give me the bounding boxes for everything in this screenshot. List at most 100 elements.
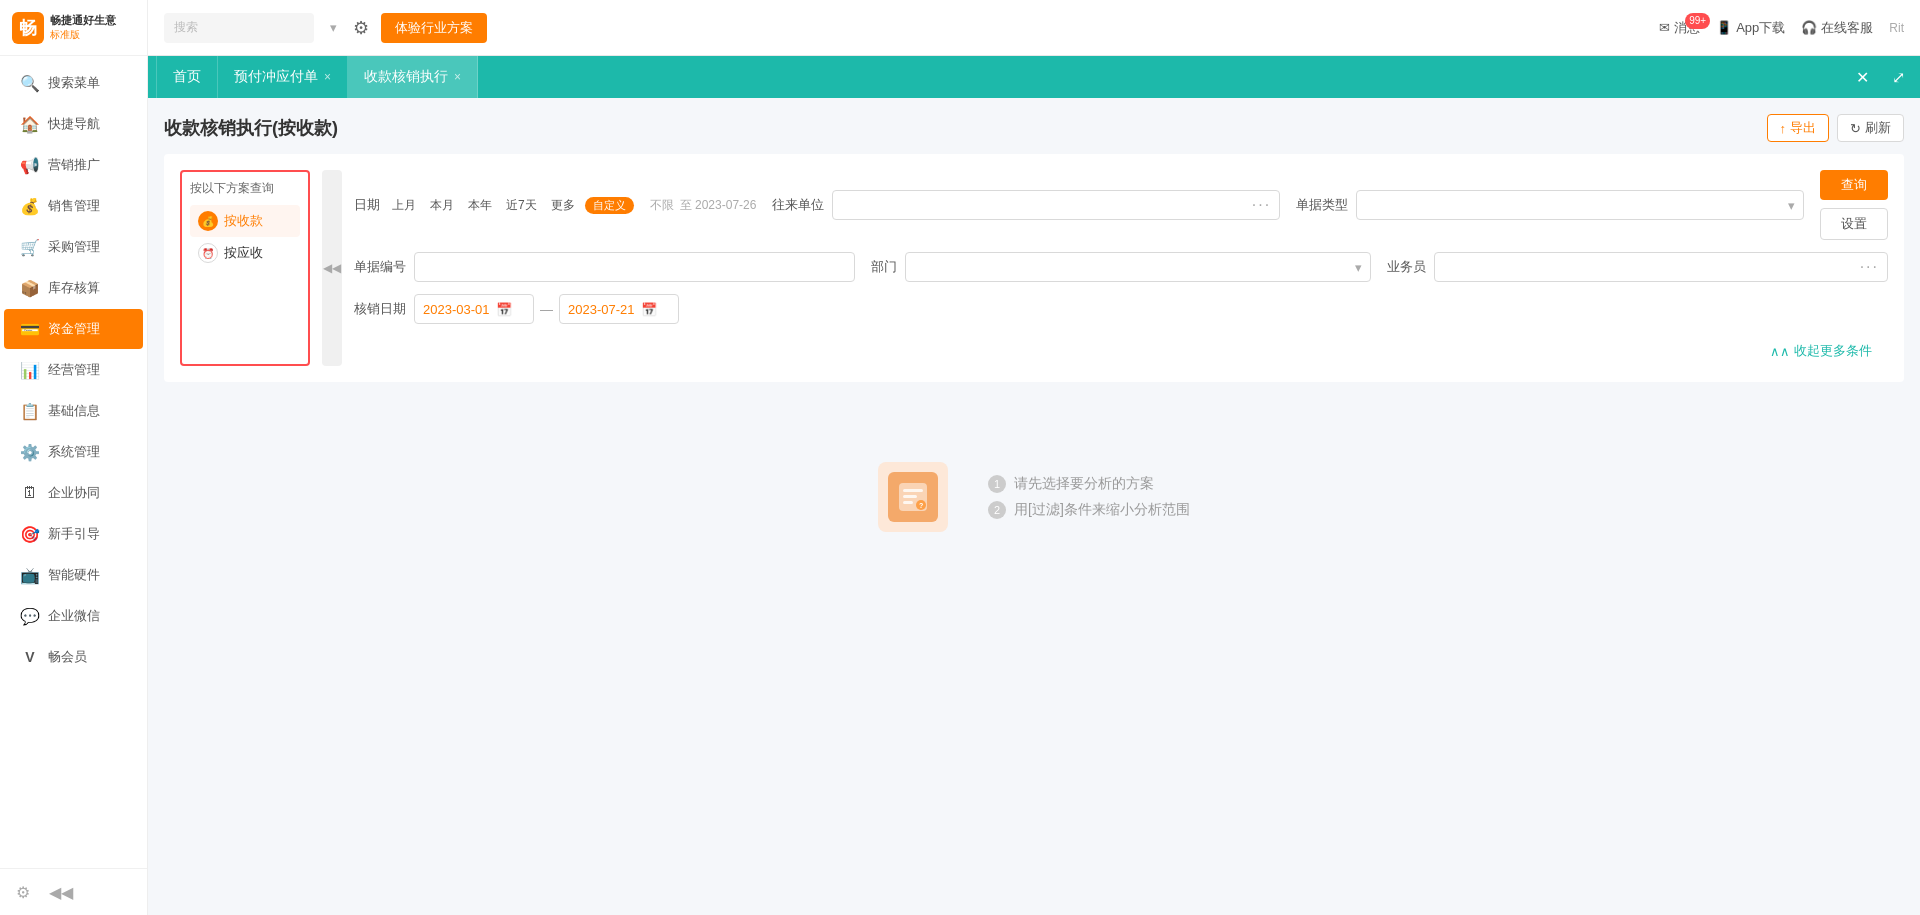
docnumber-input[interactable]	[414, 252, 855, 282]
page-content: 收款核销执行(按收款) ↑ 导出 ↻ 刷新 按以下方案查询 💰 按收款	[148, 98, 1920, 915]
app-download-button[interactable]: 📱 App下载	[1716, 19, 1785, 37]
collapse-icon: ◀◀	[323, 261, 341, 275]
query-button[interactable]: 查询	[1820, 170, 1888, 200]
sidebar-item-label: 快捷导航	[48, 115, 100, 133]
date-option-thismonth[interactable]: 本月	[426, 195, 458, 216]
counterparty-select[interactable]: ···	[832, 190, 1280, 220]
topbar-settings-icon[interactable]: ⚙	[353, 17, 369, 39]
sidebar-item-basic[interactable]: 📋 基础信息	[4, 391, 143, 431]
date-to: 至 2023-07-26	[680, 197, 757, 214]
dept-select[interactable]: ▾	[905, 252, 1372, 282]
message-badge: 99+	[1685, 13, 1710, 29]
search-placeholder-text: 搜索	[174, 19, 198, 36]
sidebar-item-enterprise[interactable]: 🗓 企业协同	[4, 473, 143, 513]
sidebar-settings-button[interactable]: ⚙	[8, 877, 38, 907]
sidebar-item-label: 企业微信	[48, 607, 100, 625]
tab-prepay-close-icon[interactable]: ×	[324, 70, 331, 84]
filter-settings-button[interactable]: 设置	[1820, 208, 1888, 240]
docnumber-field: 单据编号	[354, 252, 855, 282]
export-label: 导出	[1790, 119, 1816, 137]
date-option-more[interactable]: 更多	[547, 195, 579, 216]
refresh-button[interactable]: ↻ 刷新	[1837, 114, 1904, 142]
topbar-dropdown-icon[interactable]: ▾	[330, 20, 337, 35]
sidebar-item-wechat[interactable]: 💬 企业微信	[4, 596, 143, 636]
user-profile[interactable]: Rit	[1889, 21, 1904, 35]
sidebar-item-capital[interactable]: 💳 资金管理	[4, 309, 143, 349]
filter-option-by-receipt[interactable]: 💰 按收款	[190, 205, 300, 237]
member-icon: V	[20, 647, 40, 667]
filter-sidebar: 按以下方案查询 💰 按收款 ⏰ 按应收	[180, 170, 310, 366]
logo-title: 畅捷通好生意	[50, 13, 116, 28]
enterprise-icon: 🗓	[20, 483, 40, 503]
sidebar-item-purchase[interactable]: 🛒 采购管理	[4, 227, 143, 267]
export-button[interactable]: ↑ 导出	[1767, 114, 1830, 142]
tab-home[interactable]: 首页	[156, 56, 218, 98]
filter-option-receivable-label: 按应收	[224, 244, 263, 262]
sidebar-item-guide[interactable]: 🎯 新手引导	[4, 514, 143, 554]
staff-field: 业务员 ···	[1387, 252, 1888, 282]
page-title: 收款核销执行(按收款)	[164, 116, 338, 140]
close-window-button[interactable]: ✕	[1848, 63, 1876, 91]
staff-select[interactable]: ···	[1434, 252, 1888, 282]
sidebar-item-search[interactable]: 🔍 搜索菜单	[4, 63, 143, 103]
date-options: 上月 本月 本年 近7天 更多 自定义	[388, 195, 634, 216]
date-range: 2023-03-01 📅 — 2023-07-21 📅	[414, 294, 679, 324]
sidebar-logo: 畅 畅捷通好生意 标准版	[0, 0, 147, 56]
verify-date-start-input[interactable]: 2023-03-01 📅	[414, 294, 534, 324]
user-name: Rit	[1889, 21, 1904, 35]
export-icon: ↑	[1780, 121, 1787, 136]
sidebar-item-quicknav[interactable]: 🏠 快捷导航	[4, 104, 143, 144]
empty-state-texts: 1 请先选择要分析的方案 2 用[过滤]条件来缩小分析范围	[988, 475, 1190, 519]
counterparty-menu-icon[interactable]: ···	[1252, 196, 1271, 214]
expand-window-button[interactable]: ⤢	[1884, 63, 1912, 91]
doctype-select[interactable]: ▾	[1356, 190, 1804, 220]
verify-date-field: 核销日期 2023-03-01 📅 — 2023-07-21 📅	[354, 294, 1888, 324]
dept-field: 部门 ▾	[871, 252, 1372, 282]
sidebar-collapse-button[interactable]: ◀◀	[46, 877, 76, 907]
inventory-icon: 📦	[20, 278, 40, 298]
message-icon: ✉	[1659, 20, 1670, 35]
service-icon: 🎧	[1801, 20, 1817, 35]
sidebar-item-label: 销售管理	[48, 197, 100, 215]
filter-collapse-button[interactable]: ◀◀	[322, 170, 342, 366]
collapse-conditions-button[interactable]: ∧∧ 收起更多条件	[1754, 336, 1888, 366]
calendar-end-icon[interactable]: 📅	[641, 302, 657, 317]
doctype-chevron-icon: ▾	[1788, 198, 1795, 213]
home-icon: 🏠	[20, 114, 40, 134]
date-option-thisyear[interactable]: 本年	[464, 195, 496, 216]
calendar-start-icon[interactable]: 📅	[496, 302, 512, 317]
topbar-search[interactable]: 搜索	[164, 13, 314, 43]
basic-icon: 📋	[20, 401, 40, 421]
message-button[interactable]: ✉ 消息 99+	[1659, 19, 1700, 37]
tab-receipt-verify-close-icon[interactable]: ×	[454, 70, 461, 84]
industry-solution-button[interactable]: 体验行业方案	[381, 13, 487, 43]
counterparty-field: 往来单位 ···	[772, 190, 1280, 220]
sidebar-item-inventory[interactable]: 📦 库存核算	[4, 268, 143, 308]
online-service-button[interactable]: 🎧 在线客服	[1801, 19, 1873, 37]
filter-row-2: 单据编号 部门 ▾ 业务员 ···	[354, 252, 1888, 282]
verify-date-end-value: 2023-07-21	[568, 302, 635, 317]
sidebar-item-hardware[interactable]: 📺 智能硬件	[4, 555, 143, 595]
date-option-7days[interactable]: 近7天	[502, 195, 541, 216]
doctype-label: 单据类型	[1296, 196, 1348, 214]
refresh-icon: ↻	[1850, 121, 1861, 136]
wechat-icon: 💬	[20, 606, 40, 626]
sidebar-item-system[interactable]: ⚙️ 系统管理	[4, 432, 143, 472]
sidebar-item-marketing[interactable]: 📢 营销推广	[4, 145, 143, 185]
sidebar-item-label: 企业协同	[48, 484, 100, 502]
tab-prepay[interactable]: 预付冲应付单 ×	[218, 56, 348, 98]
sidebar-item-sales[interactable]: 💰 销售管理	[4, 186, 143, 226]
dept-chevron-icon: ▾	[1355, 260, 1362, 275]
sidebar-item-operations[interactable]: 📊 经营管理	[4, 350, 143, 390]
sidebar: 畅 畅捷通好生意 标准版 🔍 搜索菜单 🏠 快捷导航 📢 营销推广 💰 销售管理…	[0, 0, 148, 915]
date-custom-badge[interactable]: 自定义	[585, 197, 634, 214]
staff-menu-icon[interactable]: ···	[1860, 258, 1879, 276]
operations-icon: 📊	[20, 360, 40, 380]
tab-receipt-verify[interactable]: 收款核销执行 ×	[348, 56, 478, 98]
capital-icon: 💳	[20, 319, 40, 339]
verify-date-end-input[interactable]: 2023-07-21 📅	[559, 294, 679, 324]
filter-option-by-receivable[interactable]: ⏰ 按应收	[190, 237, 300, 269]
date-option-lastmonth[interactable]: 上月	[388, 195, 420, 216]
page-actions: ↑ 导出 ↻ 刷新	[1767, 114, 1905, 142]
sidebar-item-member[interactable]: V 畅会员	[4, 637, 143, 677]
